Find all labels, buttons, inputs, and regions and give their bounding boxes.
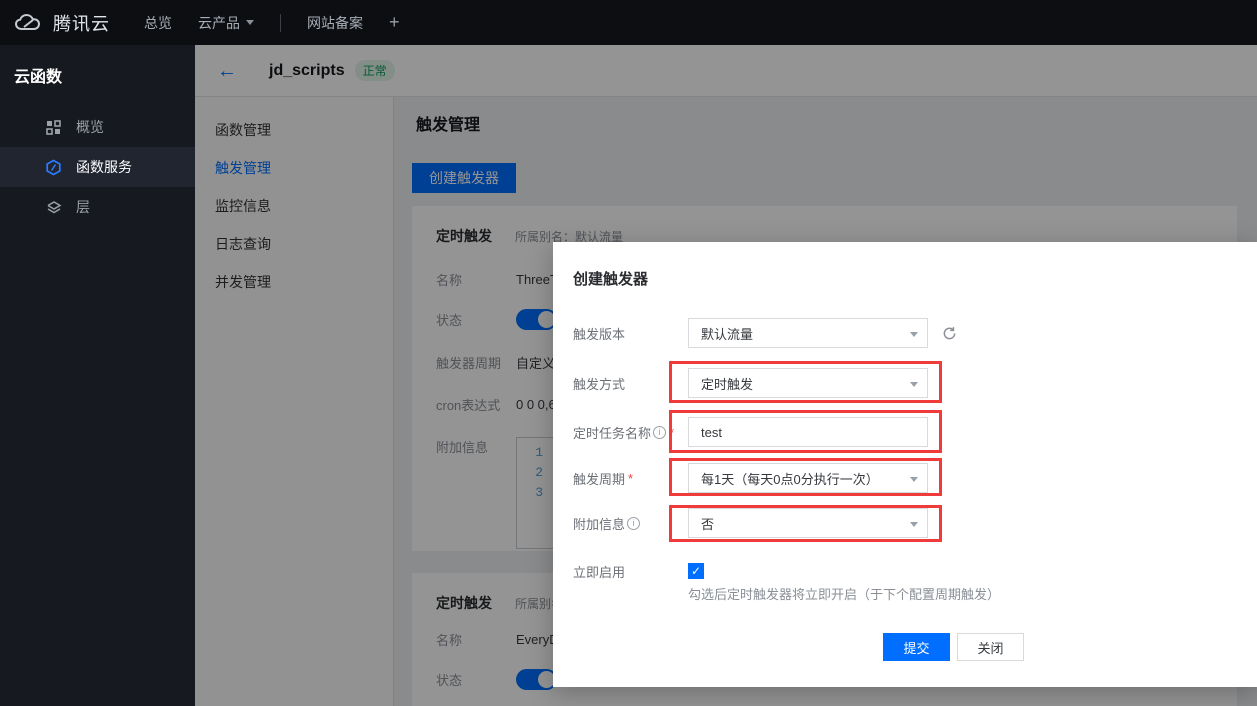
sidebar-item-label: 函数服务 [76,157,132,177]
sidebar-title: 云函数 [0,45,195,107]
field-label: 触发周期 * [573,469,688,488]
trigger-cycle-select[interactable]: 每1天（每天0点0分执行一次） [688,463,928,493]
field-label: 附加信息 i [573,514,688,533]
required-asterisk: * [669,425,674,440]
chevron-down-icon [910,382,918,387]
task-name-input[interactable] [688,417,928,447]
add-tab-button[interactable]: + [389,12,400,33]
tencent-cloud-logo[interactable]: 腾讯云 [14,10,110,36]
grid-icon [45,119,62,136]
sidebar-item-layers[interactable]: 层 [0,187,195,227]
trigger-method-select[interactable]: 定时触发 [688,368,928,398]
topbar-divider [280,14,281,32]
close-button[interactable]: 关闭 [957,633,1024,661]
brand-name: 腾讯云 [53,10,110,36]
topbar: 腾讯云 总览 云产品 网站备案 + [0,0,1257,45]
cloud-logo-icon [14,13,44,33]
info-icon[interactable]: i [653,426,666,439]
enable-now-checkbox[interactable]: ✓ [688,563,704,579]
nav-icp[interactable]: 网站备案 [307,13,363,33]
sidebar-item-function-service[interactable]: 函数服务 [0,147,195,187]
layers-icon [45,199,62,216]
topbar-nav: 总览 云产品 网站备案 + [144,12,400,33]
refresh-icon[interactable] [942,326,957,341]
info-icon[interactable]: i [627,517,640,530]
submit-button[interactable]: 提交 [883,633,950,661]
field-label: 触发版本 [573,324,688,343]
nav-products[interactable]: 云产品 [198,13,254,33]
checkbox-helper-text: 勾选后定时触发器将立即开启（于下个配置周期触发） [688,584,1000,603]
modal-title: 创建触发器 [573,268,648,289]
create-trigger-modal: 创建触发器 触发版本 默认流量 触发方式 定时触发 定时任务名称 i * [553,242,1257,687]
chevron-down-icon [910,477,918,482]
field-label: 定时任务名称 i * [573,423,688,442]
extra-info-select[interactable]: 否 [688,508,928,538]
sidebar-item-overview[interactable]: 概览 [0,107,195,147]
sidebar-item-label: 概览 [76,117,104,137]
nav-overview[interactable]: 总览 [144,13,172,33]
function-hexagon-icon [45,159,62,176]
sidebar-item-label: 层 [76,197,90,217]
required-asterisk: * [628,471,633,486]
chevron-down-icon [910,332,918,337]
chevron-down-icon [246,20,254,25]
trigger-version-select[interactable]: 默认流量 [688,318,928,348]
field-label: 触发方式 [573,374,688,393]
field-label: 立即启用 [573,562,688,581]
sidebar: 云函数 概览 函数服务 层 [0,45,195,706]
chevron-down-icon [910,522,918,527]
